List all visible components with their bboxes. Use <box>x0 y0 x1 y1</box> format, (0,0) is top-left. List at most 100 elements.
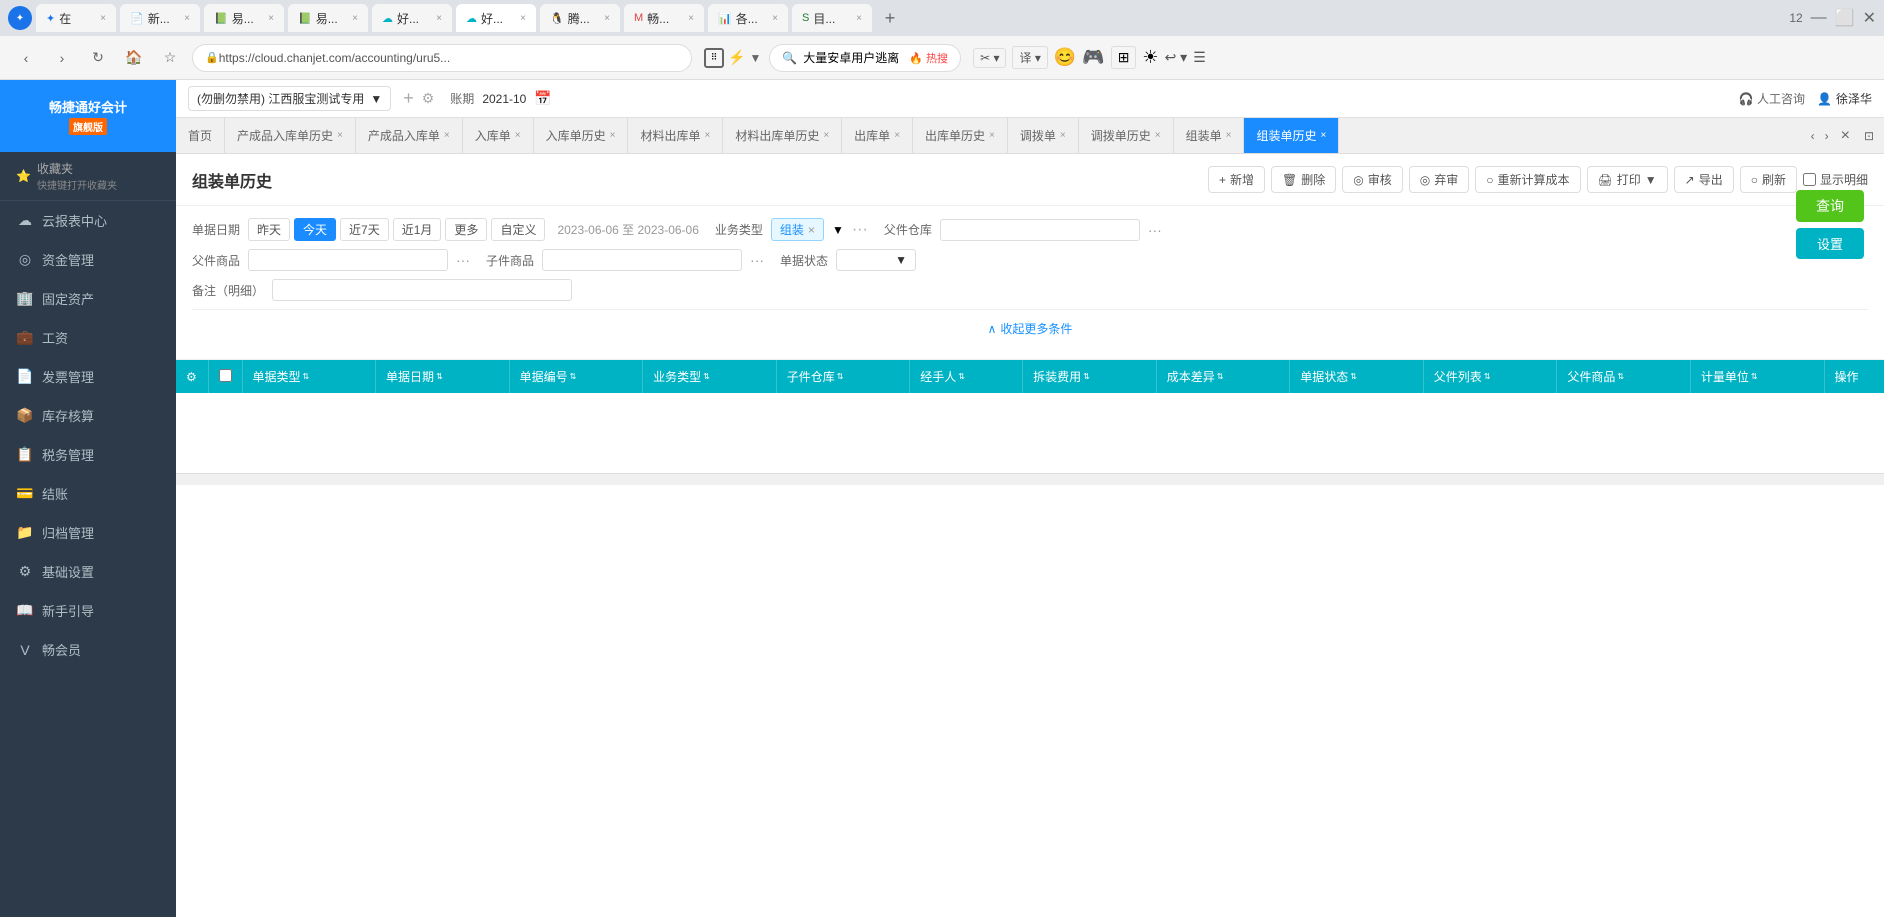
home-button[interactable]: 🏠 <box>120 44 148 72</box>
tab-close-mat-outbound-hist[interactable]: × <box>823 130 829 141</box>
address-bar[interactable]: 🔒 https://cloud.chanjet.com/accounting/u… <box>192 44 692 72</box>
sidebar-item-funds[interactable]: ◎ 资金管理 <box>0 240 176 279</box>
company-selector[interactable]: (勿删勿禁用) 江西服宝测试专用 ▼ <box>188 86 391 111</box>
tab-close-1[interactable]: × <box>100 13 106 24</box>
browser-tab-1[interactable]: ✦ 在 × <box>36 4 116 32</box>
browser-tab-8[interactable]: ☁ 好... × <box>456 4 536 32</box>
browser-tab-5[interactable]: ☁ 好... × <box>372 4 452 32</box>
th-unit[interactable]: 计量单位 ⇅ <box>1690 360 1824 393</box>
close-window-button[interactable]: ✕ <box>1863 8 1876 28</box>
sidebar-item-cloud-report[interactable]: ☁ 云报表中心 <box>0 201 176 240</box>
tab-close-2[interactable]: × <box>184 13 190 24</box>
undo-tool[interactable]: ↩ ▾ <box>1165 49 1188 66</box>
business-type-tag-close[interactable]: × <box>808 223 815 237</box>
bookmark-button[interactable]: ☆ <box>156 44 184 72</box>
delete-button[interactable]: 🗑 删除 <box>1271 166 1336 193</box>
tab-close-prod-inbound-hist[interactable]: × <box>337 130 343 141</box>
th-order-date[interactable]: 单据日期 ⇅ <box>376 360 510 393</box>
th-settings[interactable]: ⚙ <box>176 360 208 393</box>
tabs-next-button[interactable]: › <box>1821 118 1833 154</box>
browser-tab-3[interactable]: 📗 易... × <box>204 4 284 32</box>
brightness-tool[interactable]: ☀ <box>1142 47 1158 68</box>
audit-button[interactable]: ◎ 审核 <box>1342 166 1403 193</box>
sidebar-item-wages[interactable]: 💼 工资 <box>0 318 176 357</box>
tab-close-9[interactable]: × <box>604 13 610 24</box>
browser-tab-2[interactable]: 📄 新... × <box>120 4 200 32</box>
back-button[interactable]: ‹ <box>12 44 40 72</box>
business-type-dropdown[interactable]: ▼ <box>832 223 844 237</box>
add-company-button[interactable]: + <box>403 88 414 109</box>
tab-close-11[interactable]: × <box>772 13 778 24</box>
parent-warehouse-input[interactable] <box>940 219 1140 241</box>
remark-input[interactable] <box>272 279 572 301</box>
tab-close-transfer-hist[interactable]: × <box>1155 130 1161 141</box>
tab-close-mat-outbound[interactable]: × <box>704 130 710 141</box>
cut-tool[interactable]: ✂ ▾ <box>973 48 1006 68</box>
translate-tool[interactable]: 译 ▾ <box>1012 46 1047 69</box>
apps-tool[interactable]: ⊞ <box>1111 46 1137 69</box>
show-detail-checkbox[interactable]: 显示明细 <box>1803 171 1868 188</box>
unaudit-button[interactable]: ◎ 弃审 <box>1409 166 1470 193</box>
parent-goods-dots[interactable]: ··· <box>456 252 470 268</box>
query-button[interactable]: 查询 <box>1796 190 1864 222</box>
emoji-tool[interactable]: 😊 <box>1054 47 1076 68</box>
settings-button[interactable]: 设置 <box>1796 228 1864 259</box>
date-btn-custom[interactable]: 自定义 <box>491 218 545 241</box>
sidebar-favorites[interactable]: ⭐ 收藏夹 快捷键打开收藏夹 <box>0 152 176 201</box>
parent-goods-input[interactable] <box>248 249 448 271</box>
tab-close-8[interactable]: × <box>520 13 526 24</box>
parent-warehouse-dots[interactable]: ··· <box>1148 222 1162 238</box>
tab-close-outbound-hist[interactable]: × <box>989 130 995 141</box>
export-button[interactable]: ↗ 导出 <box>1674 166 1734 193</box>
tab-close-assembly[interactable]: × <box>1226 130 1232 141</box>
tab-close-assembly-hist[interactable]: × <box>1320 130 1326 141</box>
sidebar-item-settings[interactable]: ⚙ 基础设置 <box>0 552 176 591</box>
child-goods-input[interactable] <box>542 249 742 271</box>
page-tab-assembly-history[interactable]: 组装单历史 × <box>1244 118 1339 154</box>
minimize-button[interactable]: — <box>1811 9 1827 27</box>
menu-tool[interactable]: ☰ <box>1193 49 1206 66</box>
page-tab-transfer[interactable]: 调拨单 × <box>1008 118 1079 154</box>
refresh-data-button[interactable]: ○ 刷新 <box>1740 166 1797 193</box>
browser-tab-10[interactable]: M 畅... × <box>624 4 704 32</box>
sidebar-item-invoice[interactable]: 📄 发票管理 <box>0 357 176 396</box>
page-tab-material-outbound-history[interactable]: 材料出库单历史 × <box>723 118 842 154</box>
browser-tab-4[interactable]: 📗 易... × <box>288 4 368 32</box>
calendar-icon[interactable]: 📅 <box>534 90 551 107</box>
browser-tab-9[interactable]: 🐧 腾... × <box>540 4 620 32</box>
order-status-select[interactable]: ▼ <box>836 249 916 271</box>
tab-close-outbound[interactable]: × <box>894 130 900 141</box>
page-tab-material-outbound[interactable]: 材料出库单 × <box>628 118 723 154</box>
date-btn-more[interactable]: 更多 <box>445 218 487 241</box>
tabs-close-all-button[interactable]: × <box>1835 118 1856 154</box>
dropdown-button[interactable]: ▼ <box>749 51 761 65</box>
page-tab-outbound[interactable]: 出库单 × <box>842 118 913 154</box>
recalculate-button[interactable]: ○ 重新计算成本 <box>1475 166 1580 193</box>
user-info[interactable]: 👤 徐泽华 <box>1817 90 1872 107</box>
th-parent-list[interactable]: 父件列表 ⇅ <box>1423 360 1557 393</box>
sidebar-item-tax[interactable]: 📋 税务管理 <box>0 435 176 474</box>
collapse-button[interactable]: ∧ 收起更多条件 <box>988 314 1073 343</box>
th-biz-type[interactable]: 业务类型 ⇅ <box>643 360 777 393</box>
restore-button[interactable]: ⬜ <box>1835 8 1855 28</box>
refresh-button[interactable]: ↻ <box>84 44 112 72</box>
tab-close-inbound[interactable]: × <box>515 130 521 141</box>
page-tab-transfer-history[interactable]: 调拨单历史 × <box>1079 118 1174 154</box>
forward-button[interactable]: › <box>48 44 76 72</box>
th-cost-diff[interactable]: 成本差异 ⇅ <box>1156 360 1290 393</box>
horizontal-scrollbar[interactable] <box>176 473 1884 485</box>
tab-close-10[interactable]: × <box>688 13 694 24</box>
tab-close-3[interactable]: × <box>268 13 274 24</box>
sidebar-item-settlement[interactable]: 💳 结账 <box>0 474 176 513</box>
th-handler[interactable]: 经手人 ⇅ <box>910 360 1023 393</box>
th-parent-goods[interactable]: 父件商品 ⇅ <box>1557 360 1691 393</box>
date-btn-7days[interactable]: 近7天 <box>340 218 389 241</box>
new-tab-button[interactable]: + <box>876 4 904 32</box>
tabs-expand-button[interactable]: ⊡ <box>1858 118 1880 154</box>
tab-close-inbound-hist[interactable]: × <box>610 130 616 141</box>
tab-close-transfer[interactable]: × <box>1060 130 1066 141</box>
tab-close-prod-inbound[interactable]: × <box>444 130 450 141</box>
sidebar-item-fixed-assets[interactable]: 🏢 固定资产 <box>0 279 176 318</box>
show-detail-input[interactable] <box>1803 173 1816 186</box>
th-order-status[interactable]: 单据状态 ⇅ <box>1290 360 1424 393</box>
